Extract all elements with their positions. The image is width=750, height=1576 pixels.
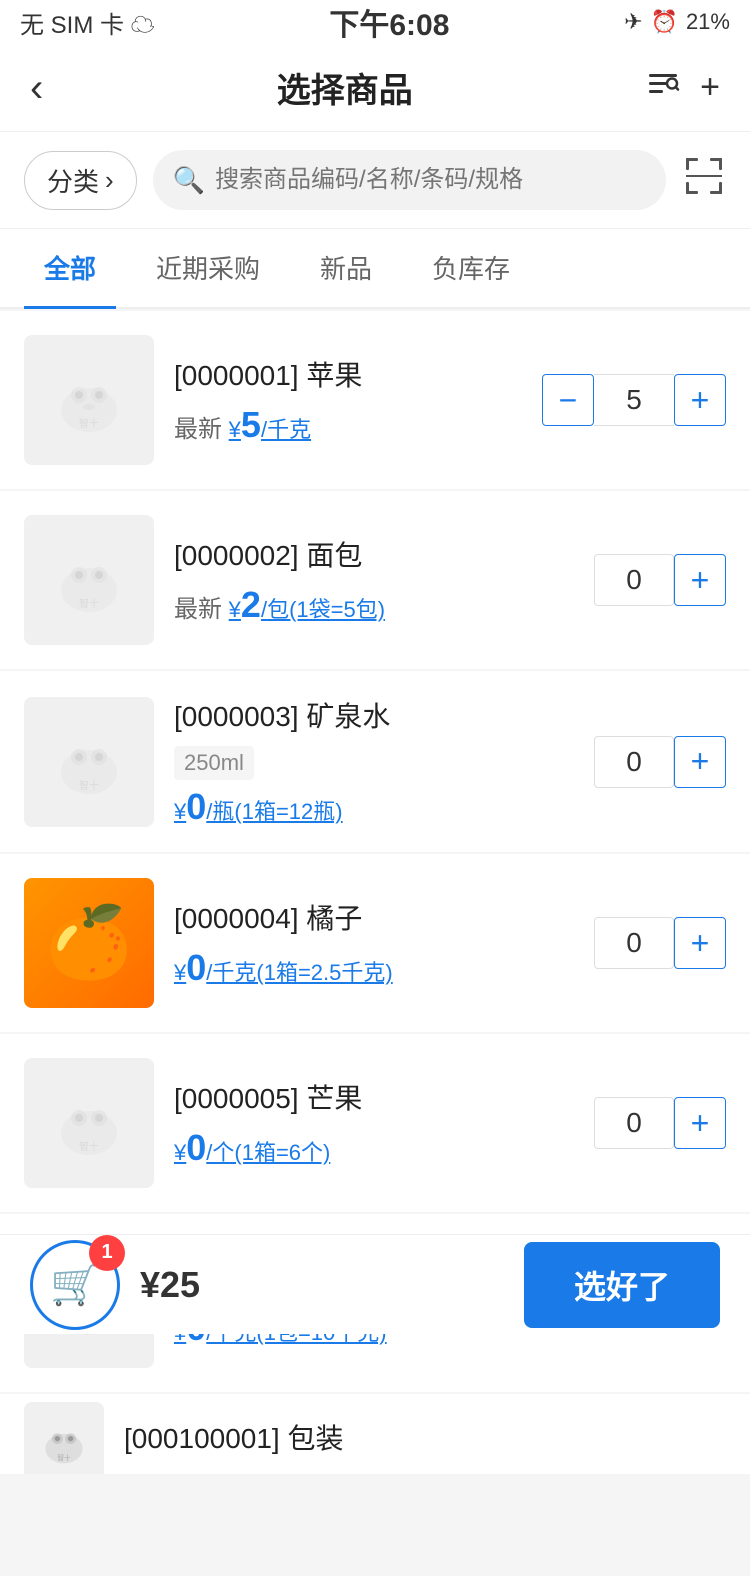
status-right: ✈ ⏰ 21% <box>624 9 730 35</box>
category-label: 分类 <box>47 162 99 199</box>
product-info-5: [0000005] 芒果 ¥0/个(1箱=6个) <box>174 1077 574 1169</box>
back-button[interactable]: ‹ <box>30 68 43 108</box>
filter-bar: 分类 › 🔍 <box>0 132 750 229</box>
status-time: 下午6:08 <box>329 0 449 44</box>
header: ‹ 选择商品 + <box>0 44 750 132</box>
product-item-4: 🍊 [0000004] 橘子 ¥0/千克(1箱=2.5千克) + <box>0 854 750 1032</box>
product-info-1: [0000001] 苹果 最新 ¥5/千克 <box>174 354 522 446</box>
product-name-5: [0000005] 芒果 <box>174 1077 574 1117</box>
product-item-5: 智十 [0000005] 芒果 ¥0/个(1箱=6个) + <box>0 1034 750 1212</box>
product-name-3: [0000003] 矿泉水 <box>174 695 574 735</box>
product-price-5: ¥0/个(1箱=6个) <box>174 1127 574 1169</box>
product-info-4: [0000004] 橘子 ¥0/千克(1箱=2.5千克) <box>174 897 574 989</box>
cart-icon: 🛒 <box>50 1261 100 1308</box>
qty-input-3[interactable] <box>594 736 674 788</box>
cart-total: ¥25 <box>140 1264 504 1306</box>
qty-control-4: + <box>594 917 726 969</box>
category-arrow: › <box>105 165 114 196</box>
product-image-1: 智十 <box>24 335 154 465</box>
qty-control-1: − + <box>542 374 726 426</box>
qty-control-5: + <box>594 1097 726 1149</box>
svg-text:智十: 智十 <box>79 1140 99 1153</box>
qty-decrease-1[interactable]: − <box>542 374 594 426</box>
product-price-4: ¥0/千克(1箱=2.5千克) <box>174 947 574 989</box>
tab-negative[interactable]: 负库存 <box>412 229 530 309</box>
page-title: 选择商品 <box>277 63 413 112</box>
qty-increase-1[interactable]: + <box>674 374 726 426</box>
product-image-4: 🍊 <box>24 878 154 1008</box>
status-left: 无 SIM 卡 ☁ <box>20 5 155 40</box>
product-name-7: [000100001] 包装 <box>124 1417 726 1457</box>
battery-status: 21% <box>686 9 730 35</box>
product-image-5: 智十 <box>24 1058 154 1188</box>
svg-text:智十: 智十 <box>79 597 99 610</box>
product-item-1: 智十 [0000001] 苹果 最新 ¥5/千克 − + <box>0 311 750 489</box>
search-input[interactable] <box>215 166 646 194</box>
qty-control-3: + <box>594 736 726 788</box>
search-bar[interactable]: 🔍 <box>153 150 666 210</box>
product-info-3: [0000003] 矿泉水 250ml ¥0/瓶(1箱=12瓶) <box>174 695 574 828</box>
svg-text:智十: 智十 <box>79 417 99 430</box>
qty-increase-4[interactable]: + <box>674 917 726 969</box>
product-name-1: [0000001] 苹果 <box>174 354 522 394</box>
tab-all[interactable]: 全部 <box>24 229 116 309</box>
svg-text:智十: 智十 <box>57 1453 71 1462</box>
qty-control-2: + <box>594 554 726 606</box>
search-icon: 🔍 <box>173 165 205 196</box>
category-button[interactable]: 分类 › <box>24 151 137 210</box>
product-item-7: 智十 [000100001] 包装 <box>0 1394 750 1474</box>
cart-button[interactable]: 🛒 1 <box>30 1240 120 1330</box>
sim-status: 无 SIM 卡 ☁ <box>20 5 155 40</box>
product-price-2: 最新 ¥2/包(1袋=5包) <box>174 584 574 626</box>
product-price-1: 最新 ¥5/千克 <box>174 404 522 446</box>
product-info-2: [0000002] 面包 最新 ¥2/包(1袋=5包) <box>174 534 574 626</box>
product-name-2: [0000002] 面包 <box>174 534 574 574</box>
header-actions: + <box>646 66 720 109</box>
qty-increase-3[interactable]: + <box>674 736 726 788</box>
product-info-7: [000100001] 包装 <box>124 1417 726 1467</box>
cart-badge: 1 <box>89 1235 125 1271</box>
product-image-7: 智十 <box>24 1402 104 1474</box>
product-item-2: 智十 [0000002] 面包 最新 ¥2/包(1袋=5包) + <box>0 491 750 669</box>
filter-icon[interactable] <box>646 66 680 109</box>
confirm-button[interactable]: 选好了 <box>524 1242 720 1328</box>
location-icon: ✈ <box>624 9 642 35</box>
qty-input-2[interactable] <box>594 554 674 606</box>
status-bar: 无 SIM 卡 ☁ 下午6:08 ✈ ⏰ 21% <box>0 0 750 44</box>
tab-row: 全部 近期采购 新品 负库存 <box>0 229 750 309</box>
tab-recent[interactable]: 近期采购 <box>136 229 280 309</box>
qty-input-1[interactable] <box>594 374 674 426</box>
bottom-bar: 🛒 1 ¥25 选好了 <box>0 1234 750 1334</box>
product-item-3: 智十 [0000003] 矿泉水 250ml ¥0/瓶(1箱=12瓶) + <box>0 671 750 852</box>
alarm-icon: ⏰ <box>651 9 678 35</box>
add-button[interactable]: + <box>700 68 720 107</box>
tab-new[interactable]: 新品 <box>300 229 392 309</box>
scan-icon[interactable] <box>682 154 726 207</box>
qty-input-4[interactable] <box>594 917 674 969</box>
product-image-2: 智十 <box>24 515 154 645</box>
product-spec-3: 250ml <box>174 746 254 780</box>
product-image-3: 智十 <box>24 697 154 827</box>
product-name-4: [0000004] 橘子 <box>174 897 574 937</box>
product-price-3: ¥0/瓶(1箱=12瓶) <box>174 786 574 828</box>
qty-increase-5[interactable]: + <box>674 1097 726 1149</box>
svg-text:智十: 智十 <box>79 779 99 792</box>
qty-increase-2[interactable]: + <box>674 554 726 606</box>
qty-input-5[interactable] <box>594 1097 674 1149</box>
